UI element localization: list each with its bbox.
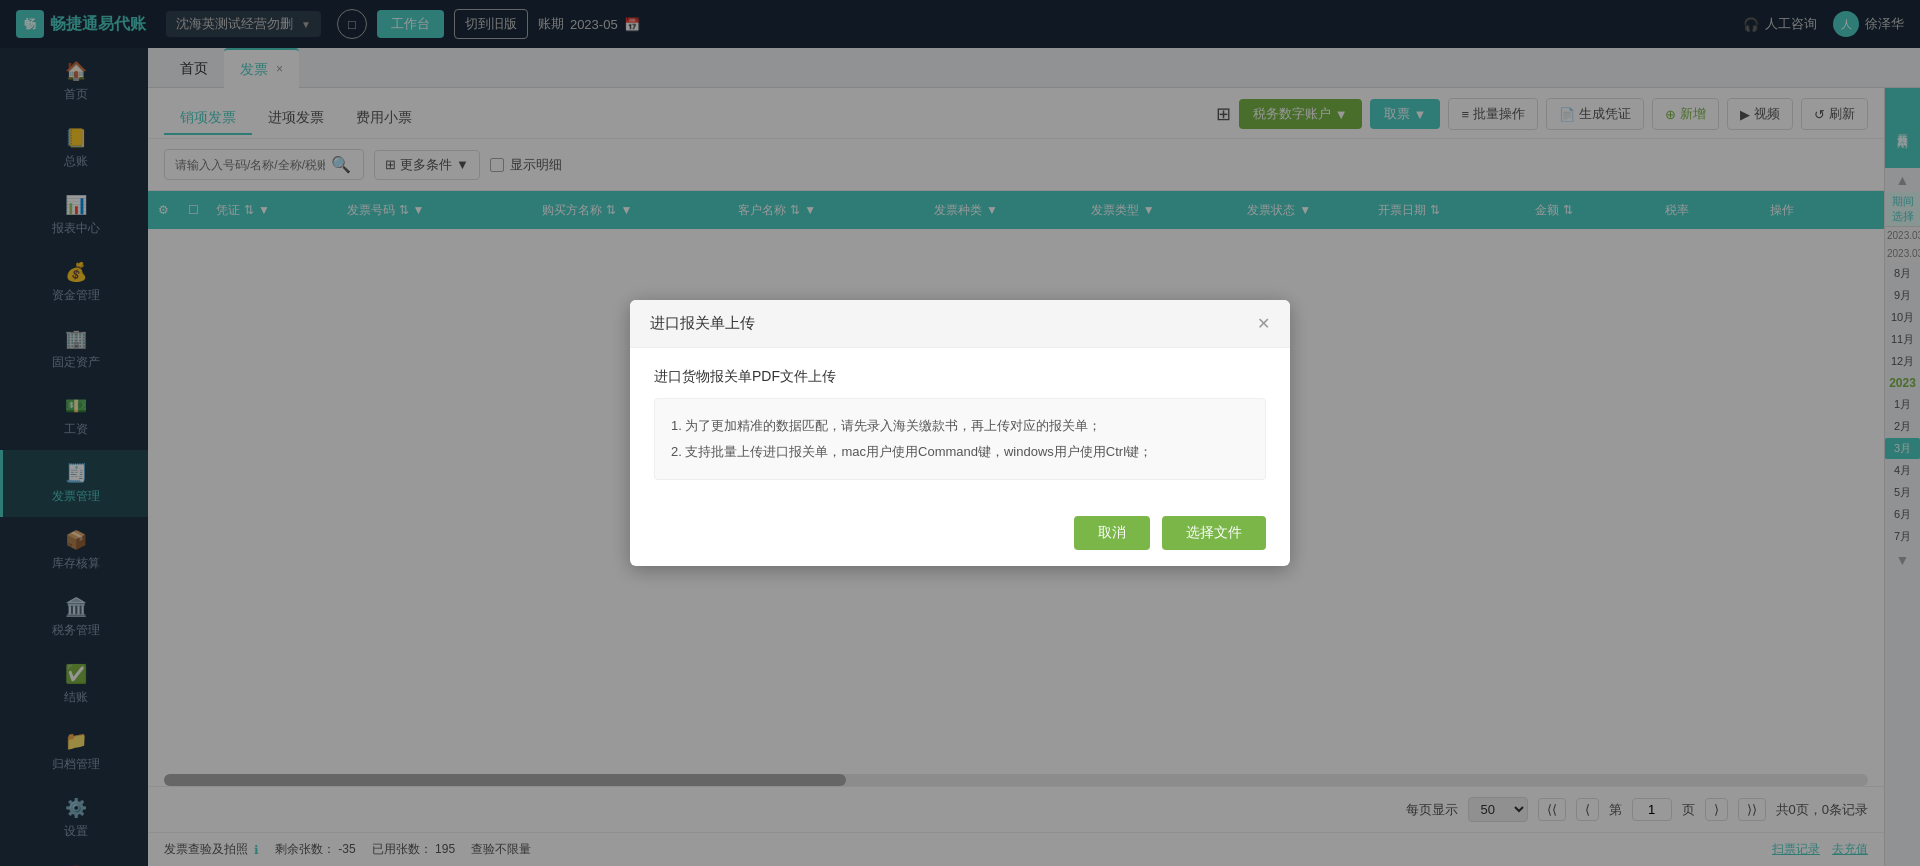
import-customs-modal: 进口报关单上传 ✕ 进口货物报关单PDF文件上传 1. 为了更加精准的数据匹配，… <box>630 300 1290 566</box>
modal-section-title: 进口货物报关单PDF文件上传 <box>654 368 1266 386</box>
modal-overlay: 进口报关单上传 ✕ 进口货物报关单PDF文件上传 1. 为了更加精准的数据匹配，… <box>0 0 1920 866</box>
modal-select-file-button[interactable]: 选择文件 <box>1162 516 1266 550</box>
modal-info-box: 1. 为了更加精准的数据匹配，请先录入海关缴款书，再上传对应的报关单； 2. 支… <box>654 398 1266 480</box>
modal-body: 进口货物报关单PDF文件上传 1. 为了更加精准的数据匹配，请先录入海关缴款书，… <box>630 348 1290 500</box>
modal-info-line1: 1. 为了更加精准的数据匹配，请先录入海关缴款书，再上传对应的报关单； <box>671 413 1249 439</box>
modal-info-line2: 2. 支持批量上传进口报关单，mac用户使用Command键，windows用户… <box>671 439 1249 465</box>
modal-header: 进口报关单上传 ✕ <box>630 300 1290 348</box>
modal-title: 进口报关单上传 <box>650 314 755 333</box>
modal-close-button[interactable]: ✕ <box>1257 314 1270 333</box>
modal-cancel-button[interactable]: 取消 <box>1074 516 1150 550</box>
modal-footer: 取消 选择文件 <box>630 500 1290 566</box>
